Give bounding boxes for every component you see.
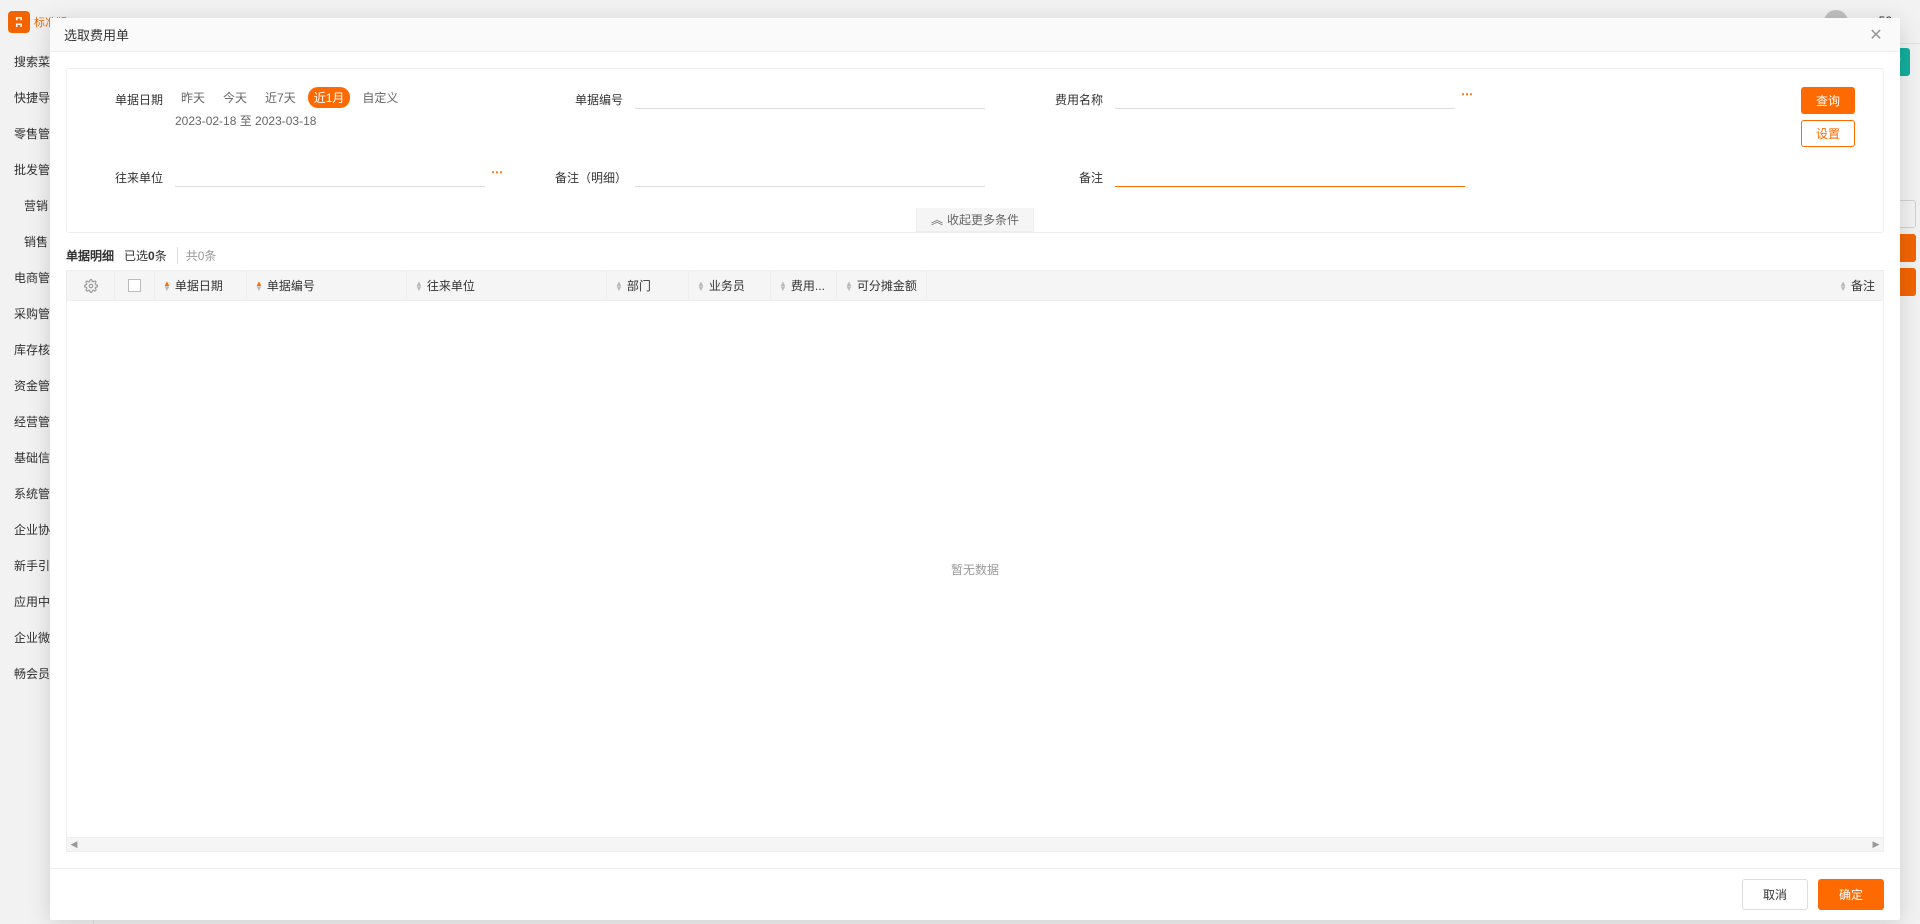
date-label: 单据日期 bbox=[95, 87, 175, 108]
fee-name-picker-icon[interactable]: ⋯ bbox=[1461, 87, 1474, 101]
gear-icon bbox=[84, 279, 98, 293]
col-clerk[interactable]: ▲▼ 业务员 bbox=[689, 271, 771, 300]
settings-button[interactable]: 设置 bbox=[1801, 120, 1855, 147]
col-partner[interactable]: ▲▼ 往来单位 bbox=[407, 271, 607, 300]
sort-icon: ▲▼ bbox=[845, 281, 853, 291]
modal-body: 单据日期 昨天 今天 近7天 近1月 自定义 2023-02-18 至 2023… bbox=[50, 52, 1900, 868]
section-head: 单据明细 已选0条 共0条 bbox=[66, 247, 1884, 264]
scroll-left-icon: ◀ bbox=[67, 838, 81, 851]
date-chip-1month[interactable]: 近1月 bbox=[308, 87, 351, 108]
scroll-right-icon: ▶ bbox=[1869, 838, 1883, 851]
detail-remark-input[interactable] bbox=[635, 165, 985, 187]
select-fee-modal: 选取费用单 ✕ 单据日期 昨天 今天 近7天 近1月 自定义 bbox=[50, 18, 1900, 920]
collapse-label: 收起更多条件 bbox=[947, 211, 1019, 228]
fee-name-input[interactable] bbox=[1115, 87, 1455, 109]
date-chip-7days[interactable]: 近7天 bbox=[259, 87, 302, 108]
filter-panel: 单据日期 昨天 今天 近7天 近1月 自定义 2023-02-18 至 2023… bbox=[66, 68, 1884, 233]
sort-icon: ▲▼ bbox=[255, 281, 263, 291]
close-icon[interactable]: ✕ bbox=[1866, 25, 1886, 45]
col-label: 业务员 bbox=[709, 277, 745, 294]
remark-label: 备注 bbox=[1035, 165, 1115, 186]
col-remark[interactable]: ▲▼ 备注 bbox=[927, 271, 1883, 300]
partner-input[interactable] bbox=[175, 165, 485, 187]
col-label: 往来单位 bbox=[427, 277, 475, 294]
col-dept[interactable]: ▲▼ 部门 bbox=[607, 271, 689, 300]
col-fee[interactable]: ▲▼ 费用... bbox=[771, 271, 837, 300]
cancel-button[interactable]: 取消 bbox=[1742, 879, 1808, 910]
sort-icon: ▲▼ bbox=[615, 281, 623, 291]
selected-count: 已选0条 bbox=[124, 247, 167, 264]
doc-no-label: 单据编号 bbox=[555, 87, 635, 108]
result-table: ▲▼ 单据日期 ▲▼ 单据编号 ▲▼ 往来单位 ▲▼ 部门 ▲▼ 业务员 bbox=[66, 270, 1884, 852]
modal-header: 选取费用单 ✕ bbox=[50, 18, 1900, 52]
col-alloc-amount[interactable]: ▲▼ 可分摊金额 bbox=[837, 271, 927, 300]
col-label: 费用... bbox=[791, 277, 825, 294]
date-range-text: 2023-02-18 至 2023-03-18 bbox=[175, 112, 404, 129]
col-doc-date[interactable]: ▲▼ 单据日期 bbox=[155, 271, 247, 300]
col-label: 部门 bbox=[627, 277, 651, 294]
total-count: 共0条 bbox=[177, 247, 217, 264]
col-label: 备注 bbox=[1851, 277, 1875, 294]
sort-icon: ▲▼ bbox=[779, 281, 787, 291]
column-settings[interactable] bbox=[67, 271, 115, 300]
query-button[interactable]: 查询 bbox=[1801, 87, 1855, 114]
fee-name-label: 费用名称 bbox=[1035, 87, 1115, 108]
table-header: ▲▼ 单据日期 ▲▼ 单据编号 ▲▼ 往来单位 ▲▼ 部门 ▲▼ 业务员 bbox=[67, 271, 1883, 301]
partner-picker-icon[interactable]: ⋯ bbox=[491, 165, 504, 179]
select-all-checkbox[interactable] bbox=[115, 271, 155, 300]
remark-input[interactable] bbox=[1115, 165, 1465, 187]
partner-label: 往来单位 bbox=[95, 165, 175, 186]
date-chip-yesterday[interactable]: 昨天 bbox=[175, 87, 211, 108]
modal-footer: 取消 确定 bbox=[50, 868, 1900, 920]
sort-icon: ▲▼ bbox=[163, 281, 171, 291]
empty-state: 暂无数据 bbox=[67, 301, 1883, 837]
detail-remark-label: 备注（明细） bbox=[555, 165, 635, 186]
col-label: 可分摊金额 bbox=[857, 277, 917, 294]
date-chip-custom[interactable]: 自定义 bbox=[356, 87, 404, 108]
date-chip-group: 昨天 今天 近7天 近1月 自定义 bbox=[175, 87, 404, 108]
sort-icon: ▲▼ bbox=[697, 281, 705, 291]
date-chip-today[interactable]: 今天 bbox=[217, 87, 253, 108]
sort-icon: ▲▼ bbox=[415, 281, 423, 291]
col-label: 单据日期 bbox=[175, 277, 223, 294]
col-doc-no[interactable]: ▲▼ 单据编号 bbox=[247, 271, 407, 300]
sort-icon: ▲▼ bbox=[1839, 281, 1847, 291]
filter-actions: 查询 设置 bbox=[1801, 87, 1855, 147]
confirm-button[interactable]: 确定 bbox=[1818, 879, 1884, 910]
checkbox-icon bbox=[128, 279, 141, 292]
modal-title: 选取费用单 bbox=[64, 25, 129, 44]
collapse-bar: ︽ 收起更多条件 bbox=[95, 208, 1855, 232]
doc-no-input[interactable] bbox=[635, 87, 985, 109]
horizontal-scrollbar[interactable]: ◀ ▶ bbox=[67, 837, 1883, 851]
collapse-button[interactable]: ︽ 收起更多条件 bbox=[916, 208, 1034, 232]
section-title: 单据明细 bbox=[66, 247, 114, 264]
chevron-up-icon: ︽ bbox=[931, 211, 943, 228]
col-label: 单据编号 bbox=[267, 277, 315, 294]
